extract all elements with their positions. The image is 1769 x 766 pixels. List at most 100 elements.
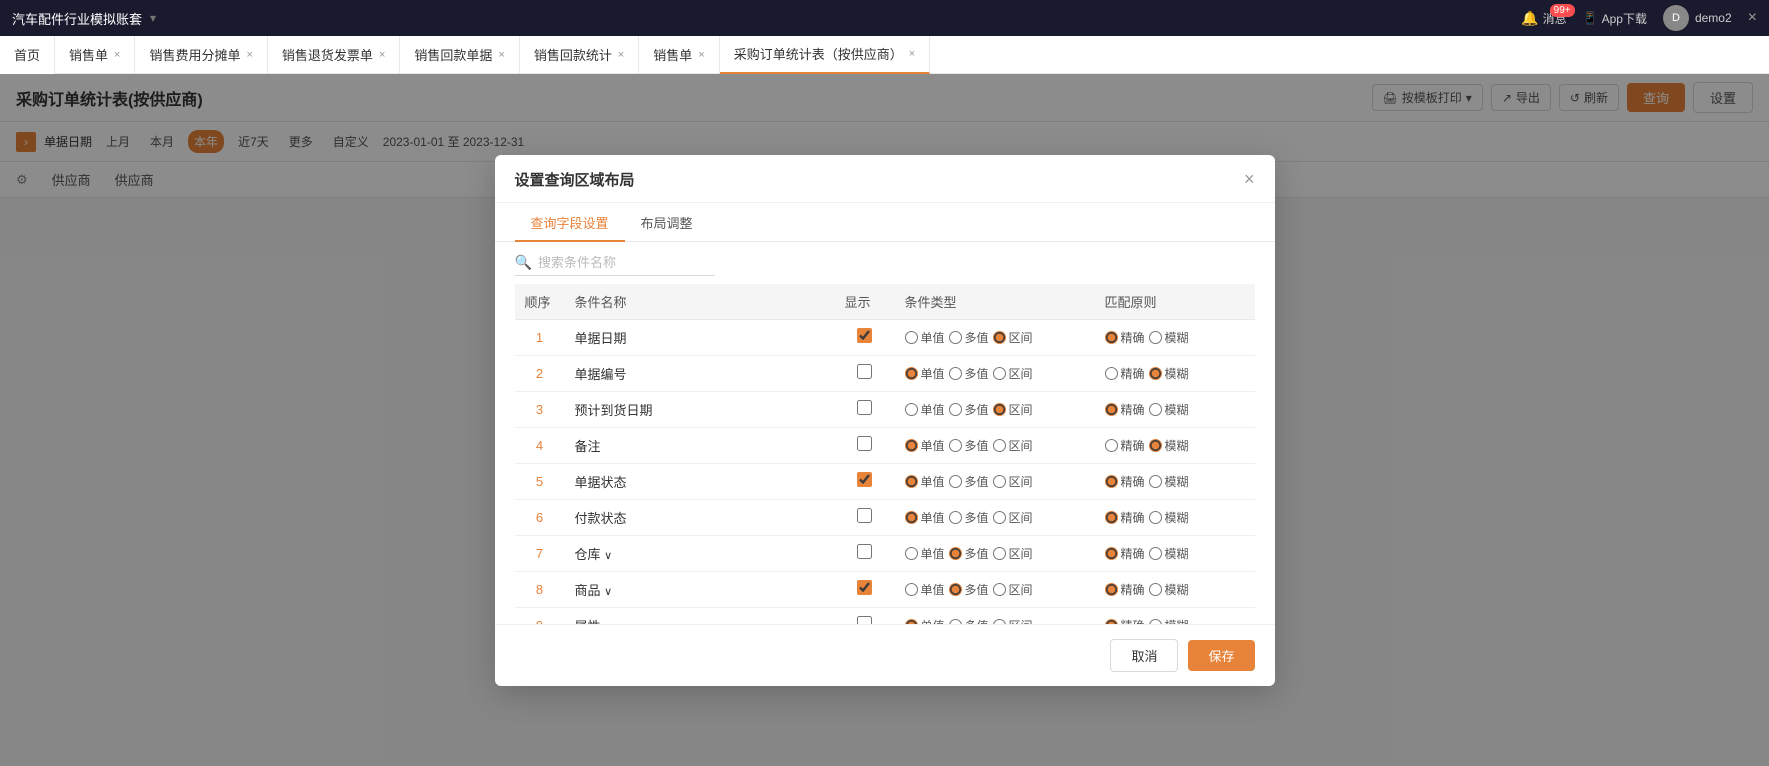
show-checkbox-6[interactable] <box>857 508 872 523</box>
match-fuzzy-label-2[interactable]: 模糊 <box>1149 365 1189 382</box>
tab-sales2-close[interactable]: × <box>698 49 704 61</box>
app-download-button[interactable]: 📱 App下载 <box>1583 10 1647 27</box>
dropdown-arrow-icon[interactable]: ▾ <box>150 11 156 25</box>
type-range-label-8[interactable]: 区间 <box>993 581 1033 598</box>
type-single-label-8[interactable]: 单值 <box>905 581 945 598</box>
match-fuzzy-label-4[interactable]: 模糊 <box>1149 437 1189 454</box>
type-multi-label-3[interactable]: 多值 <box>949 401 989 418</box>
type-range-label-6[interactable]: 区间 <box>993 509 1033 526</box>
tab-payment-close[interactable]: × <box>498 49 504 61</box>
tab-payment-stats-close[interactable]: × <box>618 49 624 61</box>
type-single-label-7[interactable]: 单值 <box>905 545 945 562</box>
match-exact-label-3[interactable]: 精确 <box>1105 401 1145 418</box>
modal-close-button[interactable]: × <box>1244 170 1255 188</box>
match-exact-1[interactable] <box>1105 331 1118 344</box>
tab-purchase-stats-close[interactable]: × <box>909 48 915 60</box>
search-input[interactable] <box>538 255 698 270</box>
type-multi-label-7[interactable]: 多值 <box>949 545 989 562</box>
tab-purchase-stats[interactable]: 采购订单统计表（按供应商） × <box>720 36 930 74</box>
tab-sales2[interactable]: 销售单 × <box>639 36 719 74</box>
match-fuzzy-label-8[interactable]: 模糊 <box>1149 581 1189 598</box>
match-exact-2[interactable] <box>1105 367 1118 380</box>
type-range-label-1[interactable]: 区间 <box>993 329 1033 346</box>
type-range-label-9[interactable]: 区间 <box>993 617 1033 624</box>
match-exact-label-9[interactable]: 精确 <box>1105 617 1145 624</box>
type-single-label-2[interactable]: 单值 <box>905 365 945 382</box>
match-exact-label-4[interactable]: 精确 <box>1105 437 1145 454</box>
type-range-4[interactable] <box>993 439 1006 452</box>
tab-payment-stats[interactable]: 销售回款统计 × <box>520 36 639 74</box>
match-exact-label-8[interactable]: 精确 <box>1105 581 1145 598</box>
type-single-label-9[interactable]: 单值 <box>905 617 945 624</box>
match-fuzzy-7[interactable] <box>1149 547 1162 560</box>
type-range-1[interactable] <box>993 331 1006 344</box>
type-multi-5[interactable] <box>949 475 962 488</box>
type-multi-label-6[interactable]: 多值 <box>949 509 989 526</box>
match-exact-label-2[interactable]: 精确 <box>1105 365 1145 382</box>
match-fuzzy-label-3[interactable]: 模糊 <box>1149 401 1189 418</box>
type-range-label-2[interactable]: 区间 <box>993 365 1033 382</box>
type-single-2[interactable] <box>905 367 918 380</box>
type-range-2[interactable] <box>993 367 1006 380</box>
match-fuzzy-label-5[interactable]: 模糊 <box>1149 473 1189 490</box>
match-exact-3[interactable] <box>1105 403 1118 416</box>
type-range-7[interactable] <box>993 547 1006 560</box>
save-button[interactable]: 保存 <box>1188 640 1254 671</box>
type-multi-label-1[interactable]: 多值 <box>949 329 989 346</box>
tab-sales[interactable]: 销售单 × <box>55 36 135 74</box>
type-range-5[interactable] <box>993 475 1006 488</box>
type-range-label-4[interactable]: 区间 <box>993 437 1033 454</box>
type-single-6[interactable] <box>905 511 918 524</box>
type-multi-8[interactable] <box>949 583 962 596</box>
match-exact-label-7[interactable]: 精确 <box>1105 545 1145 562</box>
match-fuzzy-1[interactable] <box>1149 331 1162 344</box>
type-single-label-4[interactable]: 单值 <box>905 437 945 454</box>
match-fuzzy-3[interactable] <box>1149 403 1162 416</box>
type-multi-label-8[interactable]: 多值 <box>949 581 989 598</box>
show-checkbox-4[interactable] <box>857 436 872 451</box>
match-fuzzy-6[interactable] <box>1149 511 1162 524</box>
type-single-8[interactable] <box>905 583 918 596</box>
tab-payment[interactable]: 销售回款单据 × <box>400 36 519 74</box>
type-single-5[interactable] <box>905 475 918 488</box>
match-exact-label-1[interactable]: 精确 <box>1105 329 1145 346</box>
type-range-3[interactable] <box>993 403 1006 416</box>
type-multi-label-9[interactable]: 多值 <box>949 617 989 624</box>
match-exact-8[interactable] <box>1105 583 1118 596</box>
type-multi-1[interactable] <box>949 331 962 344</box>
type-single-label-3[interactable]: 单值 <box>905 401 945 418</box>
match-exact-6[interactable] <box>1105 511 1118 524</box>
show-checkbox-5[interactable] <box>857 472 872 487</box>
top-close-button[interactable]: × <box>1748 9 1757 27</box>
type-multi-6[interactable] <box>949 511 962 524</box>
type-multi-7[interactable] <box>949 547 962 560</box>
tab-sales-return-close[interactable]: × <box>379 49 385 61</box>
show-checkbox-7[interactable] <box>857 544 872 559</box>
match-exact-label-6[interactable]: 精确 <box>1105 509 1145 526</box>
show-checkbox-8[interactable] <box>857 580 872 595</box>
type-range-label-3[interactable]: 区间 <box>993 401 1033 418</box>
match-exact-4[interactable] <box>1105 439 1118 452</box>
cancel-button[interactable]: 取消 <box>1110 639 1178 672</box>
type-range-6[interactable] <box>993 511 1006 524</box>
tab-sales-fee-close[interactable]: × <box>246 49 252 61</box>
type-multi-label-4[interactable]: 多值 <box>949 437 989 454</box>
tab-home[interactable]: 首页 <box>0 36 55 74</box>
type-range-label-7[interactable]: 区间 <box>993 545 1033 562</box>
match-fuzzy-8[interactable] <box>1149 583 1162 596</box>
match-fuzzy-label-1[interactable]: 模糊 <box>1149 329 1189 346</box>
type-multi-3[interactable] <box>949 403 962 416</box>
type-multi-label-5[interactable]: 多值 <box>949 473 989 490</box>
show-checkbox-3[interactable] <box>857 400 872 415</box>
type-single-3[interactable] <box>905 403 918 416</box>
tab-layout[interactable]: 布局调整 <box>625 203 709 242</box>
type-single-1[interactable] <box>905 331 918 344</box>
match-exact-label-5[interactable]: 精确 <box>1105 473 1145 490</box>
match-fuzzy-4[interactable] <box>1149 439 1162 452</box>
match-fuzzy-label-7[interactable]: 模糊 <box>1149 545 1189 562</box>
type-single-7[interactable] <box>905 547 918 560</box>
type-range-8[interactable] <box>993 583 1006 596</box>
type-range-label-5[interactable]: 区间 <box>993 473 1033 490</box>
notification-button[interactable]: 🔔 消息 99+ <box>1521 10 1566 27</box>
user-area[interactable]: D demo2 <box>1663 5 1732 31</box>
